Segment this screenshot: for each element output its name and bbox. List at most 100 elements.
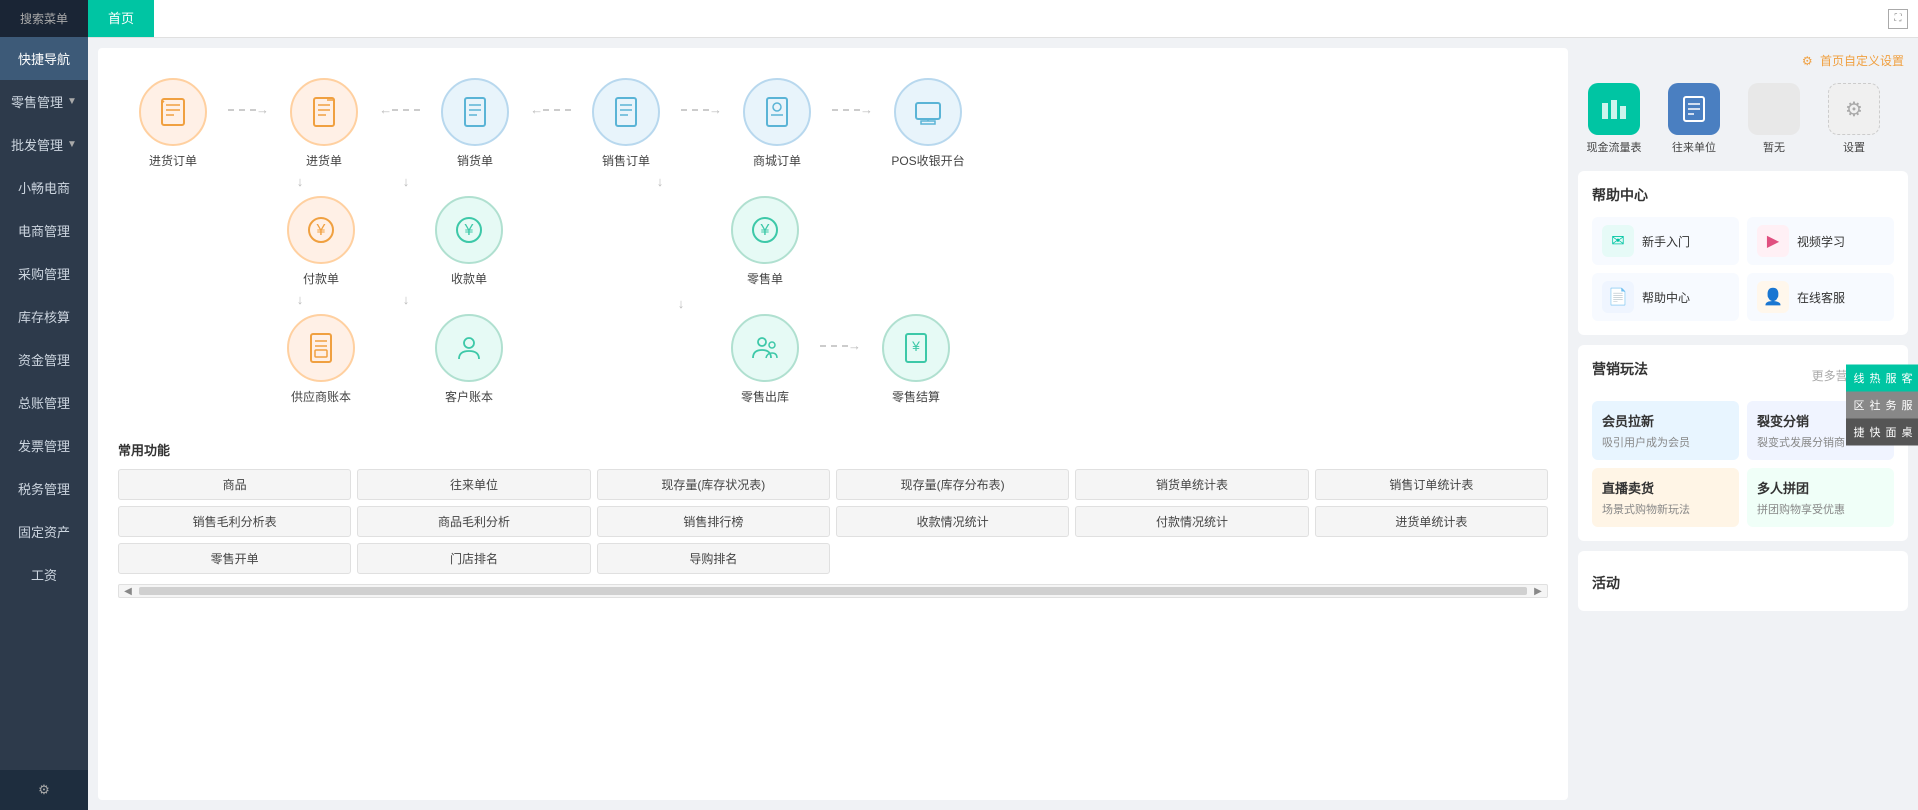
connector-h1: → — [228, 102, 269, 117]
node-retail-order[interactable]: ¥ 零售单 — [710, 196, 820, 287]
sidebar-item-fixed-assets[interactable]: 固定资产 — [0, 510, 88, 553]
sidebar-item-finance[interactable]: 资金管理 — [0, 338, 88, 381]
node-circle-customer-account — [435, 314, 503, 382]
sidebar-settings[interactable]: ⚙ — [0, 770, 88, 810]
desktop-label: 桌面快捷 — [1852, 427, 1912, 438]
func-btn-5[interactable]: 销售订单统计表 — [1315, 469, 1548, 500]
node-purchase-bill[interactable]: 进货单 — [269, 78, 379, 169]
svg-text:¥: ¥ — [760, 222, 770, 239]
help-item-beginner[interactable]: ✉ 新手入门 — [1592, 217, 1739, 265]
node-label-retail-order: 零售单 — [747, 270, 783, 287]
func-btn-r2-2[interactable]: 销售排行榜 — [597, 506, 830, 537]
node-retail-settle[interactable]: ¥ 零售结算 — [861, 314, 971, 405]
sidebar-item-salary[interactable]: 工资 — [0, 553, 88, 596]
down-mall-order: ↓ — [626, 174, 694, 196]
marketing-item-member[interactable]: 会员拉新 吸引用户成为会员 — [1592, 401, 1739, 460]
float-btn-desktop[interactable]: 桌面快捷 — [1846, 419, 1918, 446]
func-btn-1[interactable]: 往来单位 — [357, 469, 590, 500]
func-btn-0[interactable]: 商品 — [118, 469, 351, 500]
func-btn-r3-0[interactable]: 零售开单 — [118, 543, 351, 574]
node-sales-order[interactable]: 销售订单 — [571, 78, 681, 169]
func-btn-r2-4[interactable]: 付款情况统计 — [1075, 506, 1308, 537]
quick-icon-contacts[interactable]: 往来单位 — [1658, 83, 1730, 155]
retail-label: 零售管理 — [11, 92, 63, 111]
func-btn-r3-1[interactable]: 门店排名 — [357, 543, 590, 574]
customize-settings-bar[interactable]: ⚙ 首页自定义设置 — [1578, 48, 1908, 73]
sidebar-item-invoice[interactable]: 发票管理 — [0, 424, 88, 467]
sidebar-item-tax[interactable]: 税务管理 — [0, 467, 88, 510]
sidebar-item-quicknav[interactable]: 快捷导航 — [0, 37, 88, 80]
node-label-pos: POS收银开台 — [891, 152, 964, 169]
help-item-service[interactable]: 👤 在线客服 — [1747, 273, 1894, 321]
settings-icon: ⚙ — [38, 782, 50, 797]
sidebar-item-purchase[interactable]: 采购管理 — [0, 252, 88, 295]
float-btn-community[interactable]: 服务社区 — [1846, 392, 1918, 419]
quick-icon-none[interactable]: 暂无 — [1738, 83, 1810, 155]
func-btn-r3-2[interactable]: 导购排名 — [597, 543, 830, 574]
node-sales-bill[interactable]: 销货单 — [420, 78, 530, 169]
scroll-bar[interactable]: ◀ ▶ — [118, 584, 1548, 598]
node-circle-supplier-account — [287, 314, 355, 382]
common-functions: 常用功能 商品 往来单位 现存量(库存状况表) 现存量(库存分布表) 销货单统计… — [118, 440, 1548, 574]
marketing-group-desc: 拼团购物享受优惠 — [1757, 501, 1884, 517]
sidebar-search[interactable]: 搜索菜单 — [0, 0, 88, 37]
quick-icon-settings[interactable]: ⚙ 设置 — [1818, 83, 1890, 155]
quick-icon-cashflow-box — [1588, 83, 1640, 135]
func-btn-4[interactable]: 销货单统计表 — [1075, 469, 1308, 500]
community-label: 服务社区 — [1852, 400, 1912, 411]
sidebar-item-retail[interactable]: 零售管理 ▼ — [0, 80, 88, 123]
node-label-supplier-account: 供应商账本 — [291, 388, 351, 405]
node-purchase-order[interactable]: 进货订单 — [118, 78, 228, 169]
quicknav-label: 快捷导航 — [18, 49, 70, 68]
node-receipt[interactable]: ¥ 收款单 — [414, 196, 524, 287]
workflow-row2: ¥ 付款单 ¥ 收款单 — [118, 196, 1548, 287]
quick-icon-settings-box: ⚙ — [1828, 83, 1880, 135]
fullscreen-button[interactable]: ⛶ — [1888, 9, 1908, 29]
fullscreen-icon: ⛶ — [1895, 13, 1902, 24]
sidebar-item-ecommerce[interactable]: 电商管理 — [0, 209, 88, 252]
retail-arrow: ▼ — [67, 96, 77, 107]
marketing-member-desc: 吸引用户成为会员 — [1602, 434, 1729, 450]
quick-icon-contacts-box — [1668, 83, 1720, 135]
scroll-left-button[interactable]: ◀ — [119, 585, 137, 597]
marketing-item-live[interactable]: 直播卖货 场景式购物新玩法 — [1592, 468, 1739, 527]
node-pos[interactable]: POS收银开台 — [873, 78, 983, 169]
wholesale-arrow: ▼ — [67, 139, 77, 150]
sidebar-item-wholesale[interactable]: 批发管理 ▼ — [0, 123, 88, 166]
help-item-help[interactable]: 📄 帮助中心 — [1592, 273, 1739, 321]
func-btn-2[interactable]: 现存量(库存状况表) — [597, 469, 830, 500]
node-retail-out[interactable]: 零售出库 — [710, 314, 820, 405]
node-circle-payment: ¥ — [287, 196, 355, 264]
node-label-sales-bill: 销货单 — [457, 152, 493, 169]
common-functions-title: 常用功能 — [118, 440, 1548, 459]
node-circle-pos — [894, 78, 962, 146]
func-grid-row3: 零售开单 门店排名 导购排名 — [118, 543, 1548, 574]
func-btn-r2-5[interactable]: 进货单统计表 — [1315, 506, 1548, 537]
quick-icon-cashflow[interactable]: 现金流量表 — [1578, 83, 1650, 155]
wholesale-label: 批发管理 — [11, 135, 63, 154]
purchase-label: 采购管理 — [18, 264, 70, 283]
node-circle-receipt: ¥ — [435, 196, 503, 264]
node-supplier-account[interactable]: 供应商账本 — [266, 314, 376, 405]
marketing-item-group[interactable]: 多人拼团 拼团购物享受优惠 — [1747, 468, 1894, 527]
func-btn-r2-1[interactable]: 商品毛利分析 — [357, 506, 590, 537]
tab-home[interactable]: 首页 — [88, 0, 154, 37]
func-btn-r2-3[interactable]: 收款情况统计 — [836, 506, 1069, 537]
sidebar-item-ecommerce-small[interactable]: 小畅电商 — [0, 166, 88, 209]
quick-icon-none-label: 暂无 — [1763, 139, 1785, 155]
sidebar-item-general-ledger[interactable]: 总账管理 — [0, 381, 88, 424]
scroll-right-button[interactable]: ▶ — [1529, 585, 1547, 597]
func-btn-r2-0[interactable]: 销售毛利分析表 — [118, 506, 351, 537]
marketing-member-title: 会员拉新 — [1602, 411, 1729, 430]
node-mall-order[interactable]: 商城订单 — [722, 78, 832, 169]
node-customer-account[interactable]: 客户账本 — [414, 314, 524, 405]
sidebar-item-inventory[interactable]: 库存核算 — [0, 295, 88, 338]
help-center-card: 帮助中心 ✉ 新手入门 ▶ 视频学习 📄 帮助中心 👤 在线客服 — [1578, 171, 1908, 335]
down-payment: ↓ — [266, 292, 334, 314]
scroll-thumb[interactable] — [139, 587, 1527, 595]
inventory-label: 库存核算 — [18, 307, 70, 326]
float-btn-customer-service[interactable]: 客服热线 — [1846, 365, 1918, 392]
help-item-video[interactable]: ▶ 视频学习 — [1747, 217, 1894, 265]
node-payment[interactable]: ¥ 付款单 — [266, 196, 376, 287]
func-btn-3[interactable]: 现存量(库存分布表) — [836, 469, 1069, 500]
